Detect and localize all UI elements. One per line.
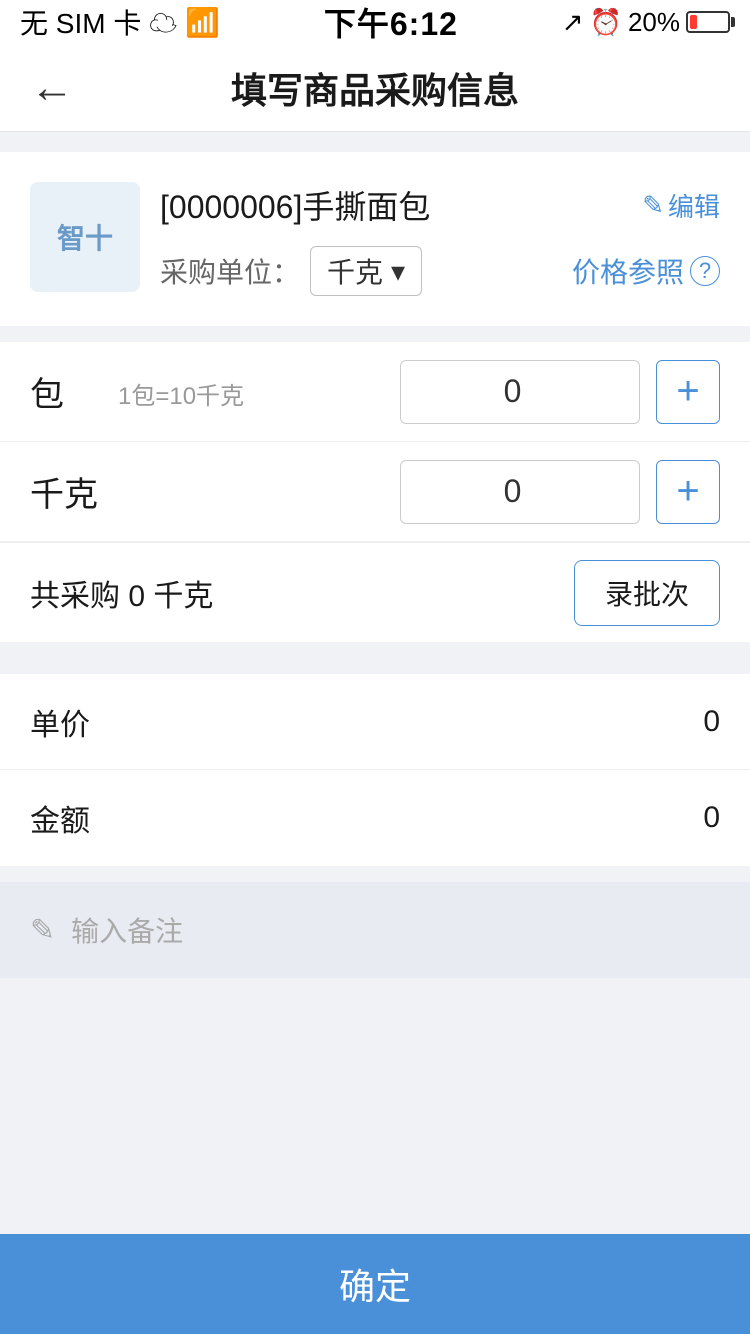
price-amount-value: 0 xyxy=(703,801,720,835)
bottom-spacer xyxy=(0,978,750,1098)
batch-button[interactable]: 录批次 xyxy=(574,560,720,626)
product-card: 智十 [0000006]手撕面包 ✎ 编辑 采购单位： 千克 ▾ xyxy=(0,152,750,326)
confirm-button[interactable]: 确定 xyxy=(0,1234,750,1334)
qty-plus-kg[interactable]: + xyxy=(656,460,720,524)
section-divider-2 xyxy=(0,642,750,658)
edit-label: 编辑 xyxy=(668,187,720,224)
main-content: 智十 [0000006]手撕面包 ✎ 编辑 采购单位： 千克 ▾ xyxy=(0,152,750,1254)
status-right: ↗ ⏰ 20% xyxy=(562,7,730,38)
product-name-row: [0000006]手撕面包 ✎ 编辑 xyxy=(160,182,720,228)
battery-icon xyxy=(686,11,730,33)
edit-icon: ✎ xyxy=(642,190,664,221)
price-row-total: 金额 0 xyxy=(0,770,750,866)
price-ref-label: 价格参照 xyxy=(572,251,684,291)
total-label: 共采购 0 千克 xyxy=(30,571,213,615)
location-icon: ↗ xyxy=(562,7,584,38)
sim-label: 无 SIM 卡 ☁ xyxy=(20,2,177,42)
qty-plus-bao[interactable]: + xyxy=(656,360,720,424)
status-left: 无 SIM 卡 ☁ 📶 xyxy=(20,2,220,42)
status-bar: 无 SIM 卡 ☁ 📶 下午6:12 ↗ ⏰ 20% xyxy=(0,0,750,44)
product-unit-row: 采购单位： 千克 ▾ 价格参照 ? xyxy=(160,246,720,296)
section-divider-1 xyxy=(0,326,750,342)
product-image-text: 智十 xyxy=(57,217,113,257)
quantity-row-bao: 包 1包=10千克 + xyxy=(0,342,750,442)
battery-percent: 20% xyxy=(628,7,680,38)
qty-label-0: 包 xyxy=(30,367,110,416)
price-ref-help-icon: ? xyxy=(690,256,720,286)
price-amount-label: 金额 xyxy=(30,796,90,840)
qty-input-bao[interactable] xyxy=(400,360,640,424)
price-ref-button[interactable]: 价格参照 ? xyxy=(572,251,720,291)
nav-bar: ← 填写商品采购信息 xyxy=(0,44,750,132)
notes-placeholder: 输入备注 xyxy=(71,910,183,950)
unit-selector: 采购单位： 千克 ▾ xyxy=(160,246,422,296)
total-section: 共采购 0 千克 录批次 xyxy=(0,542,750,642)
unit-dropdown[interactable]: 千克 ▾ xyxy=(310,246,422,296)
price-unit-label: 单价 xyxy=(30,700,90,744)
dropdown-arrow-icon: ▾ xyxy=(391,255,405,288)
qty-input-wrap-0: + xyxy=(244,360,720,424)
product-name: [0000006]手撕面包 xyxy=(160,182,430,228)
price-row-unit: 单价 0 xyxy=(0,674,750,770)
product-image: 智十 xyxy=(30,182,140,292)
product-info: [0000006]手撕面包 ✎ 编辑 采购单位： 千克 ▾ 价格参照 ? xyxy=(160,182,720,296)
unit-prefix: 采购单位： xyxy=(160,251,300,291)
status-time: 下午6:12 xyxy=(324,0,458,45)
qty-input-wrap-1: + xyxy=(110,460,720,524)
back-button[interactable]: ← xyxy=(30,66,74,110)
wifi-icon: 📶 xyxy=(185,6,220,39)
price-section: 单价 0 金额 0 xyxy=(0,674,750,866)
pencil-icon: ✎ xyxy=(30,913,55,948)
quantity-section: 包 1包=10千克 + 千克 + 共采购 0 千克 录批次 xyxy=(0,342,750,642)
page-title: 填写商品采购信息 xyxy=(231,62,519,114)
quantity-row-kg: 千克 + xyxy=(0,442,750,542)
alarm-icon: ⏰ xyxy=(590,7,622,38)
qty-sublabel-0: 1包=10千克 xyxy=(118,376,244,411)
notes-section[interactable]: ✎ 输入备注 xyxy=(0,882,750,978)
qty-input-kg[interactable] xyxy=(400,460,640,524)
unit-value: 千克 xyxy=(327,251,383,291)
edit-button[interactable]: ✎ 编辑 xyxy=(642,187,720,224)
price-unit-value: 0 xyxy=(703,705,720,739)
qty-label-1: 千克 xyxy=(30,467,110,516)
confirm-label: 确定 xyxy=(339,1258,411,1310)
